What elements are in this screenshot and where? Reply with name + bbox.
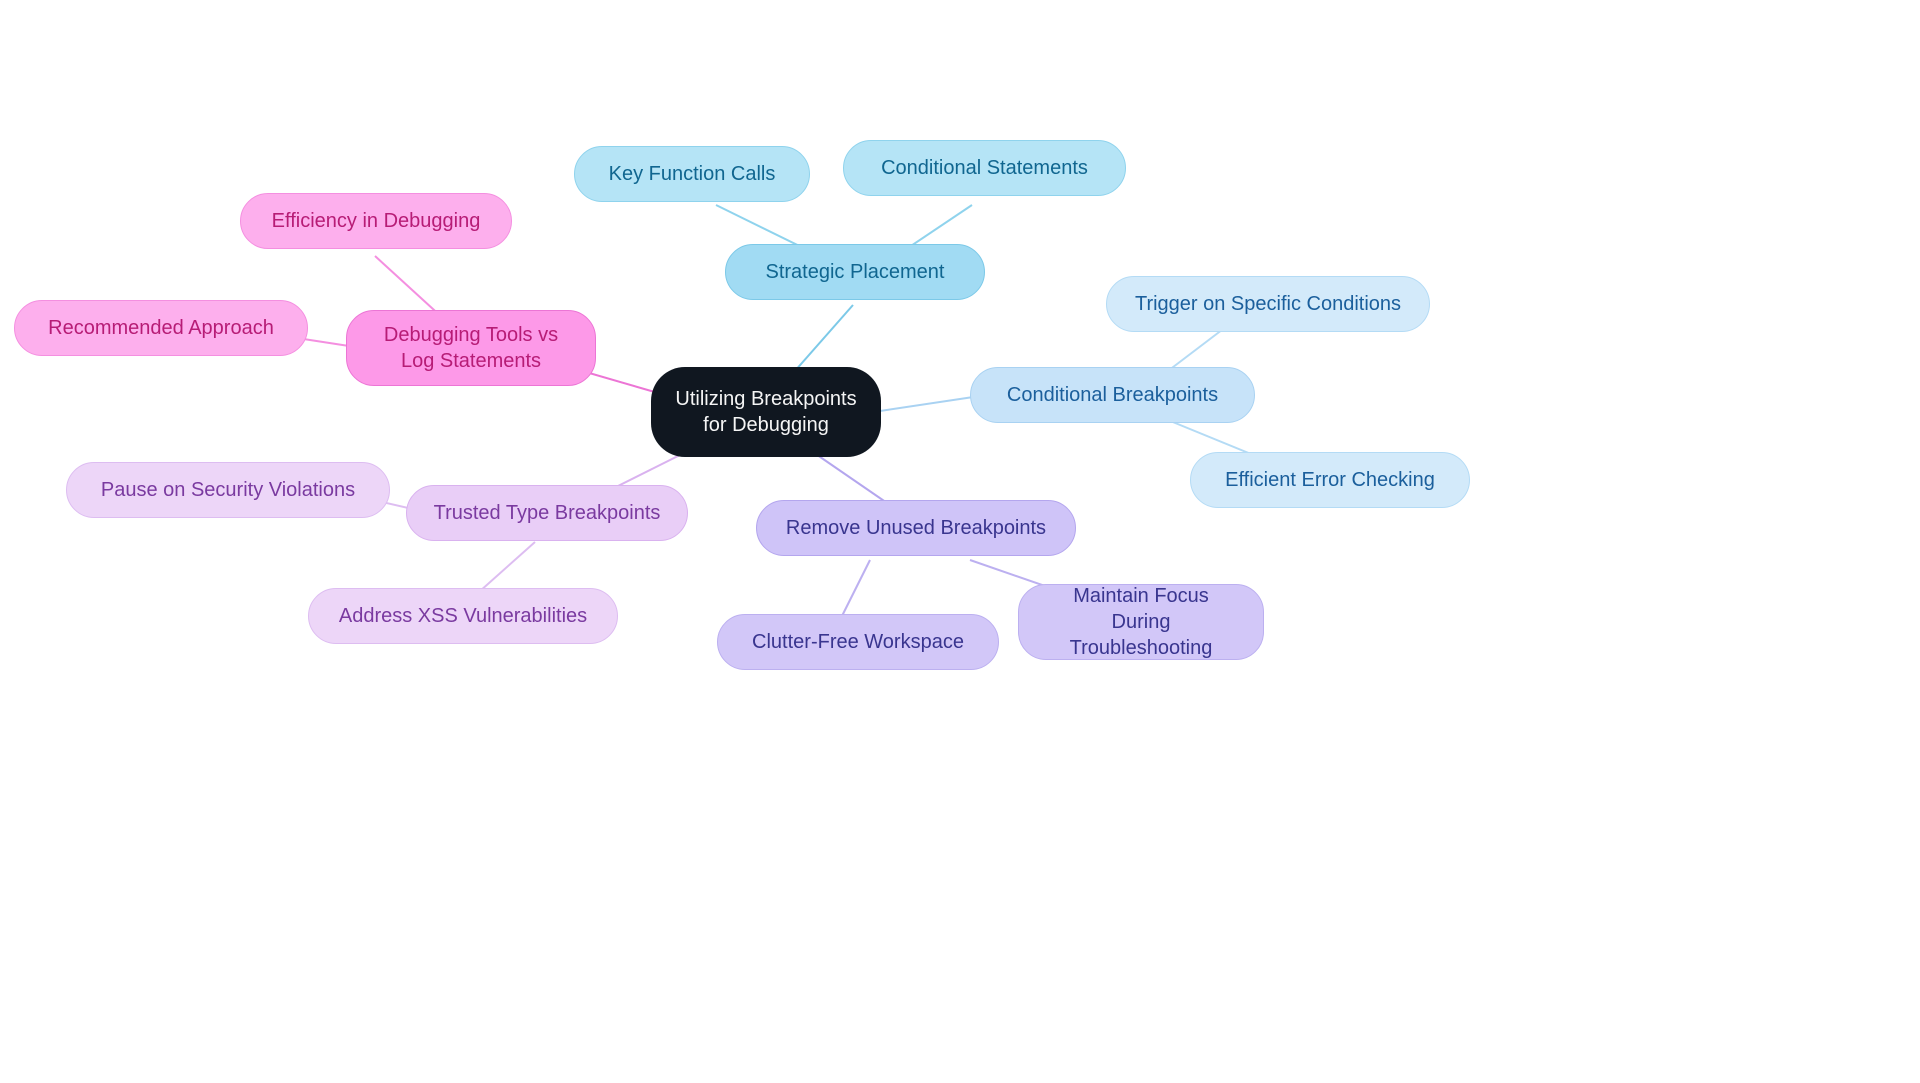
node-clutter-free-workspace[interactable]: Clutter-Free Workspace <box>717 614 999 670</box>
node-remove-unused-breakpoints[interactable]: Remove Unused Breakpoints <box>756 500 1076 556</box>
node-address-xss[interactable]: Address XSS Vulnerabilities <box>308 588 618 644</box>
center-node[interactable]: Utilizing Breakpoints for Debugging <box>651 367 881 457</box>
node-conditional-breakpoints[interactable]: Conditional Breakpoints <box>970 367 1255 423</box>
node-efficient-error-checking[interactable]: Efficient Error Checking <box>1190 452 1470 508</box>
node-debugging-tools-vs-log[interactable]: Debugging Tools vs Log Statements <box>346 310 596 386</box>
node-efficiency-debugging[interactable]: Efficiency in Debugging <box>240 193 512 249</box>
node-recommended-approach[interactable]: Recommended Approach <box>14 300 308 356</box>
node-strategic-placement[interactable]: Strategic Placement <box>725 244 985 300</box>
mindmap-canvas: Utilizing Breakpoints for Debugging Stra… <box>0 0 1920 1083</box>
node-conditional-statements[interactable]: Conditional Statements <box>843 140 1126 196</box>
node-maintain-focus[interactable]: Maintain Focus During Troubleshooting <box>1018 584 1264 660</box>
node-trusted-type-breakpoints[interactable]: Trusted Type Breakpoints <box>406 485 688 541</box>
node-pause-security-violations[interactable]: Pause on Security Violations <box>66 462 390 518</box>
node-trigger-conditions[interactable]: Trigger on Specific Conditions <box>1106 276 1430 332</box>
node-key-function-calls[interactable]: Key Function Calls <box>574 146 810 202</box>
